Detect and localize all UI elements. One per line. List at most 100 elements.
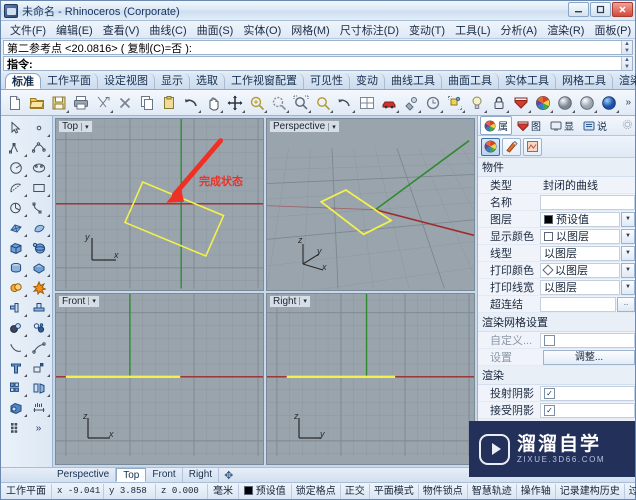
split-icon[interactable]: [27, 298, 50, 318]
status-layer[interactable]: 预设值: [239, 483, 292, 499]
scroll-down-arrow[interactable]: ▼: [624, 48, 630, 54]
four-view-icon[interactable]: [356, 92, 378, 114]
zoom-window-icon[interactable]: [290, 92, 312, 114]
scroll-up-arrow[interactable]: ▲: [624, 41, 630, 47]
viewport-front-caret[interactable]: ▾: [88, 297, 96, 305]
minimize-button[interactable]: [568, 2, 589, 17]
shade-blue-icon[interactable]: [598, 92, 620, 114]
toggle-gumball[interactable]: 操作轴: [517, 483, 556, 499]
zoom-in-icon[interactable]: [246, 92, 268, 114]
menu-curve[interactable]: 曲线(C): [144, 21, 191, 39]
row-print-width[interactable]: 打印线宽 以图层 ▼: [478, 279, 635, 296]
row-layer-dropdown[interactable]: ▼: [621, 211, 635, 227]
revolve-icon[interactable]: [27, 218, 50, 238]
text-icon[interactable]: [4, 358, 27, 378]
blend-icon[interactable]: [27, 338, 50, 358]
viewport-front[interactable]: Front ▾ z x: [55, 292, 264, 465]
row-cast-shadows[interactable]: 投射阴影 ✓: [478, 385, 635, 402]
menu-dimension[interactable]: 尺寸标注(D): [335, 21, 404, 39]
row-mesh-settings[interactable]: 设置 调整...: [478, 349, 635, 366]
open-file-icon[interactable]: [26, 92, 48, 114]
viewport-perspective-caret[interactable]: ▾: [328, 122, 336, 131]
row-custom-mesh-value[interactable]: [540, 332, 635, 348]
row-hyperlink[interactable]: 超连结 ...: [478, 296, 635, 313]
row-hyperlink-browse-button[interactable]: ...: [617, 296, 635, 312]
curve-edit-icon[interactable]: [4, 338, 27, 358]
point-edit-icon[interactable]: [27, 358, 50, 378]
render-preview-icon[interactable]: [378, 92, 400, 114]
toolbar-tab-visibility[interactable]: 可见性: [304, 73, 350, 89]
toggle-smart-track[interactable]: 智慧轨迹: [468, 483, 517, 499]
toolbar-tab-transform[interactable]: 变动: [350, 73, 385, 89]
row-layer-value[interactable]: 预设值: [540, 211, 620, 227]
viewport-top[interactable]: Top ▾ y x 完成状态: [55, 118, 264, 291]
menu-analyze[interactable]: 分析(A): [496, 21, 543, 39]
maximize-button[interactable]: [590, 2, 611, 17]
toolbar-tab-cplane[interactable]: 工作平面: [41, 73, 98, 89]
grid-tools-icon[interactable]: [4, 418, 27, 438]
toggle-osnap[interactable]: 物件锁点: [419, 483, 468, 499]
toggle-filter[interactable]: 过滤器: [625, 484, 636, 499]
curve-tools-icon[interactable]: [4, 198, 27, 218]
rectangle-icon[interactable]: [27, 178, 50, 198]
row-display-color-dropdown[interactable]: ▼: [621, 228, 635, 244]
row-print-color-value[interactable]: 以图层: [540, 262, 620, 278]
explode-icon[interactable]: [27, 278, 50, 298]
layer-icon[interactable]: [510, 92, 532, 114]
row-print-width-dropdown[interactable]: ▼: [621, 279, 635, 295]
vptab-right[interactable]: Right: [183, 468, 220, 482]
zoom-out-icon[interactable]: [268, 92, 290, 114]
clock-icon[interactable]: [422, 92, 444, 114]
surface-from-curves-icon[interactable]: [4, 218, 27, 238]
zoom-selected-icon[interactable]: [312, 92, 334, 114]
panel-tab-display[interactable]: 显: [546, 116, 578, 135]
row-linetype[interactable]: 线型 以图层 ▼: [478, 245, 635, 262]
toolbar-tab-mesh-tools[interactable]: 网格工具: [556, 73, 613, 89]
row-receive-shadows-value[interactable]: ✓: [540, 402, 635, 418]
toggle-ortho[interactable]: 正交: [341, 483, 370, 499]
viewport-perspective[interactable]: Perspective ▾ z y x: [266, 118, 475, 291]
viewport-top-label[interactable]: Top ▾: [58, 120, 93, 133]
print-icon[interactable]: [70, 92, 92, 114]
menu-file[interactable]: 文件(F): [5, 21, 51, 39]
cast-shadows-checkbox[interactable]: ✓: [544, 387, 555, 399]
dimension-icon[interactable]: [27, 398, 50, 418]
command-line-scrollbar[interactable]: ▲ ▼: [621, 57, 632, 70]
toolbar-tab-setview[interactable]: 设定视图: [98, 73, 155, 89]
viewport-right[interactable]: Right ▾ z y: [266, 292, 475, 465]
control-point-curve-icon[interactable]: [27, 138, 50, 158]
arc-icon[interactable]: [4, 178, 27, 198]
main-toolbar-overflow[interactable]: »: [625, 97, 635, 108]
copy-icon[interactable]: [136, 92, 158, 114]
row-name-input[interactable]: [540, 194, 635, 210]
vptab-add-button[interactable]: ✥: [219, 469, 238, 482]
boolean-icon[interactable]: [4, 278, 27, 298]
row-linetype-value[interactable]: 以图层: [540, 245, 620, 261]
row-print-color-dropdown[interactable]: ▼: [621, 262, 635, 278]
viewport-front-label[interactable]: Front ▾: [58, 294, 100, 308]
row-cast-shadows-value[interactable]: ✓: [540, 385, 635, 401]
toolbar-tab-select[interactable]: 选取: [190, 73, 225, 89]
fillet-icon[interactable]: [4, 318, 27, 338]
panel-tab-notes[interactable]: 说: [579, 116, 611, 135]
gear-icon[interactable]: [622, 119, 633, 133]
close-button[interactable]: [612, 2, 633, 17]
menu-solid[interactable]: 实体(O): [238, 21, 286, 39]
box-icon[interactable]: [4, 238, 27, 258]
receive-shadows-checkbox[interactable]: ✓: [544, 404, 555, 416]
menu-tools[interactable]: 工具(L): [450, 21, 495, 39]
command-line[interactable]: 指令: ▲ ▼: [3, 56, 633, 71]
undo-icon[interactable]: [180, 92, 202, 114]
texture-props-button[interactable]: [523, 137, 542, 156]
cylinder-icon[interactable]: [4, 258, 27, 278]
zoom-extents-icon[interactable]: [334, 92, 356, 114]
toolbar-tab-standard[interactable]: 标准: [5, 73, 41, 89]
mirror-icon[interactable]: [27, 378, 50, 398]
paste-icon[interactable]: [158, 92, 180, 114]
delete-icon[interactable]: [114, 92, 136, 114]
toggle-grid-snap[interactable]: 锁定格点: [292, 483, 341, 499]
row-hyperlink-input[interactable]: [540, 296, 616, 312]
custom-mesh-checkbox[interactable]: [544, 334, 555, 346]
render-box-icon[interactable]: [4, 398, 27, 418]
viewport-right-label[interactable]: Right ▾: [269, 294, 311, 308]
